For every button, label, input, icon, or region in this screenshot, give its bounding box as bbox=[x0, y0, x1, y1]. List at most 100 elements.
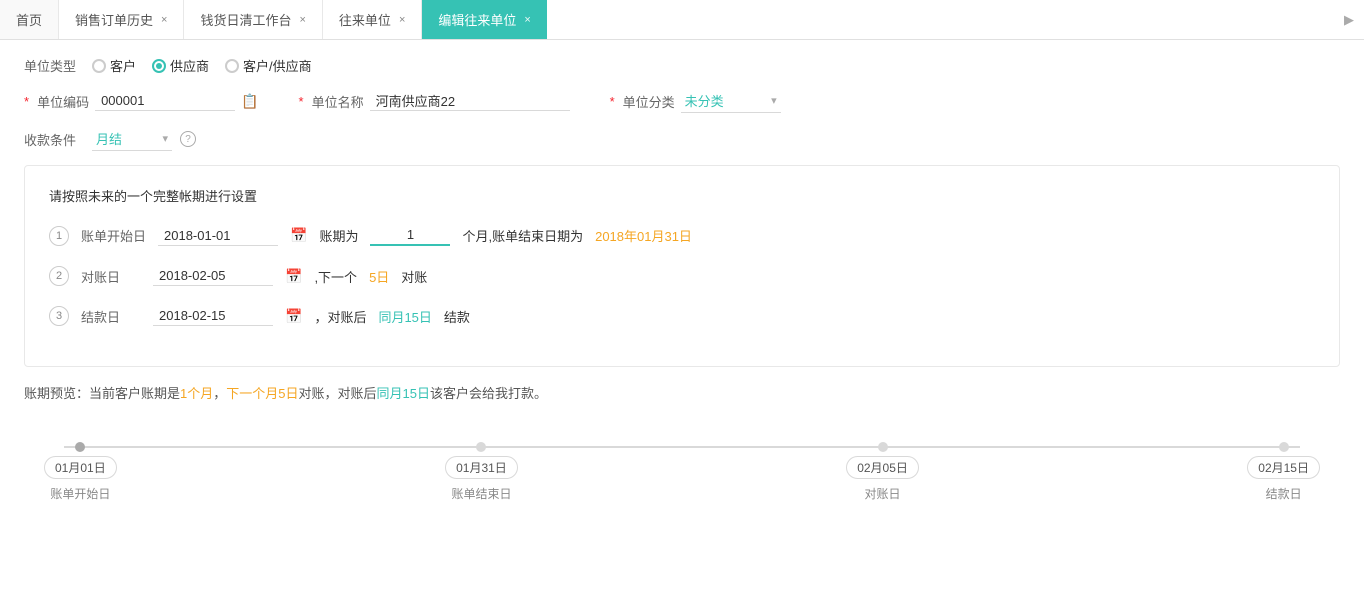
radio-supplier-circle bbox=[152, 59, 166, 73]
tab-sales-history-close[interactable]: × bbox=[161, 14, 167, 26]
unit-name-label: 单位名称 bbox=[312, 92, 364, 111]
radio-customer-supplier-circle bbox=[225, 59, 239, 73]
step-1-date-input[interactable] bbox=[158, 226, 278, 246]
unit-code-star: * bbox=[24, 94, 29, 109]
period-input[interactable] bbox=[370, 225, 450, 246]
preview-text: 账期预览：当前客户账期是1个月，下一个月5日对账，对账后同月15日该客户会给我打… bbox=[24, 383, 1340, 402]
timeline-node-1: 01月01日 账单开始日 bbox=[44, 426, 117, 502]
unit-code-label: 单位编码 bbox=[37, 92, 89, 111]
timeline-label-2: 账单结束日 bbox=[451, 485, 511, 502]
radio-supplier-dot bbox=[156, 63, 162, 69]
radio-supplier[interactable]: 供应商 bbox=[152, 56, 209, 75]
timeline-node-2: 01月31日 账单结束日 bbox=[445, 426, 518, 502]
payment-condition-dropdown[interactable]: 月结 ▾ bbox=[92, 127, 172, 151]
step-3-num: 3 bbox=[49, 306, 69, 326]
step-3-suffix-pre: ，对账后 bbox=[314, 307, 366, 326]
preview-prefix: 账期预览：当前客户账期是 bbox=[24, 386, 180, 401]
step-2-suffix-date: 5日 bbox=[369, 267, 389, 286]
unit-category-value: 未分类 bbox=[685, 91, 767, 110]
payment-condition-value: 月结 bbox=[96, 129, 158, 148]
unit-name-star: * bbox=[299, 94, 304, 109]
tab-partner-close[interactable]: × bbox=[399, 14, 405, 26]
unit-code-group: * 单位编码 📋 bbox=[24, 91, 259, 111]
tab-expand-button[interactable]: ▶ bbox=[1334, 0, 1364, 39]
tab-edit-partner-label: 编辑往来单位 bbox=[438, 10, 516, 29]
payment-condition-row: 收款条件 月结 ▾ ? bbox=[24, 127, 1340, 151]
step-1-period-end: 2018年01月31日 bbox=[595, 226, 692, 245]
timeline-badge-3: 02月05日 bbox=[846, 456, 919, 479]
payment-condition-label: 收款条件 bbox=[24, 130, 76, 149]
tab-partner[interactable]: 往来单位 × bbox=[323, 0, 422, 39]
timeline-label-3: 对账日 bbox=[865, 485, 901, 502]
step-2-suffix-pre: ,下一个 bbox=[314, 267, 357, 286]
step-2-label: 对账日 bbox=[81, 267, 141, 286]
step-1-num: 1 bbox=[49, 226, 69, 246]
unit-category-star: * bbox=[610, 94, 615, 109]
step-3-suffix-date: 同月15日 bbox=[378, 307, 431, 326]
radio-customer-label: 客户 bbox=[110, 56, 136, 75]
step-1-label: 账单开始日 bbox=[81, 226, 146, 245]
preview-part1: 1个月 bbox=[180, 386, 213, 401]
timeline-dot-1 bbox=[75, 442, 85, 452]
preview-part3: 同月15日 bbox=[377, 386, 430, 401]
timeline-badge-2: 01月31日 bbox=[445, 456, 518, 479]
tab-edit-partner-close[interactable]: × bbox=[524, 14, 530, 26]
step-2-calendar-icon[interactable]: 📅 bbox=[285, 268, 302, 285]
step-3-row: 3 结款日 📅 ，对账后 同月15日 结款 bbox=[49, 306, 1315, 326]
timeline-label-1: 账单开始日 bbox=[50, 485, 110, 502]
unit-type-radio-group: 客户 供应商 客户/供应商 bbox=[92, 56, 312, 75]
main-content: 单位类型 客户 供应商 客户/供应商 * 单位编码 📋 bbox=[0, 40, 1364, 608]
tab-cash-clearance[interactable]: 钱货日清工作台 × bbox=[184, 0, 322, 39]
step-1-row: 1 账单开始日 📅 账期为 个月,账单结束日期为 2018年01月31日 bbox=[49, 225, 1315, 246]
radio-customer[interactable]: 客户 bbox=[92, 56, 136, 75]
unit-code-input[interactable] bbox=[95, 91, 235, 111]
radio-customer-circle bbox=[92, 59, 106, 73]
unit-category-label: 单位分类 bbox=[623, 92, 675, 111]
step-1-calendar-icon[interactable]: 📅 bbox=[290, 227, 307, 244]
timeline-label-4: 结款日 bbox=[1266, 485, 1302, 502]
timeline-dot-2 bbox=[476, 442, 486, 452]
section-title: 请按照未来的一个完整帐期进行设置 bbox=[49, 186, 1315, 205]
settings-section: 请按照未来的一个完整帐期进行设置 1 账单开始日 📅 账期为 个月,账单结束日期… bbox=[24, 165, 1340, 367]
unit-category-dropdown[interactable]: 未分类 ▾ bbox=[681, 89, 781, 113]
radio-customer-supplier[interactable]: 客户/供应商 bbox=[225, 56, 312, 75]
preview-part2: 下一个月5日 bbox=[226, 386, 298, 401]
tab-home[interactable]: 首页 bbox=[0, 0, 59, 39]
step-1-period-label: 账期为 bbox=[319, 226, 358, 245]
unit-name-input[interactable] bbox=[370, 91, 570, 111]
tab-home-label: 首页 bbox=[16, 10, 42, 29]
tab-bar: 首页 销售订单历史 × 钱货日清工作台 × 往来单位 × 编辑往来单位 × ▶ bbox=[0, 0, 1364, 40]
step-3-date-input[interactable] bbox=[153, 306, 273, 326]
unit-category-group: * 单位分类 未分类 ▾ bbox=[610, 89, 781, 113]
step-3-suffix-post: 结款 bbox=[444, 307, 470, 326]
preview-mid1: ， bbox=[213, 386, 226, 401]
timeline-node-3: 02月05日 对账日 bbox=[846, 426, 919, 502]
tab-sales-history-label: 销售订单历史 bbox=[75, 10, 153, 29]
unit-name-group: * 单位名称 bbox=[299, 91, 570, 111]
timeline-dot-3 bbox=[878, 442, 888, 452]
unit-category-arrow: ▾ bbox=[771, 94, 777, 107]
timeline-node-4: 02月15日 结款日 bbox=[1247, 426, 1320, 502]
timeline-container: 01月01日 账单开始日 01月31日 账单结束日 02月05日 对账日 02月… bbox=[24, 426, 1340, 502]
step-1-period-unit: 个月,账单结束日期为 bbox=[462, 226, 583, 245]
tab-edit-partner[interactable]: 编辑往来单位 × bbox=[422, 0, 546, 39]
timeline-dot-4 bbox=[1279, 442, 1289, 452]
tab-cash-clearance-close[interactable]: × bbox=[299, 14, 305, 26]
payment-condition-arrow: ▾ bbox=[162, 132, 168, 145]
help-icon[interactable]: ? bbox=[180, 131, 196, 147]
step-2-suffix-post: 对账 bbox=[401, 267, 427, 286]
unit-type-row: 单位类型 客户 供应商 客户/供应商 bbox=[24, 56, 1340, 75]
preview-mid2: 对账，对账后 bbox=[299, 386, 377, 401]
tab-sales-history[interactable]: 销售订单历史 × bbox=[59, 0, 184, 39]
timeline-badge-4: 02月15日 bbox=[1247, 456, 1320, 479]
timeline-badge-1: 01月01日 bbox=[44, 456, 117, 479]
tab-cash-clearance-label: 钱货日清工作台 bbox=[200, 10, 291, 29]
step-2-date-input[interactable] bbox=[153, 266, 273, 286]
step-3-label: 结款日 bbox=[81, 307, 141, 326]
step-3-calendar-icon[interactable]: 📅 bbox=[285, 308, 302, 325]
unit-info-row: * 单位编码 📋 * 单位名称 * 单位分类 未分类 ▾ bbox=[24, 89, 1340, 113]
unit-code-icon[interactable]: 📋 bbox=[241, 93, 258, 110]
step-2-num: 2 bbox=[49, 266, 69, 286]
tab-partner-label: 往来单位 bbox=[339, 10, 391, 29]
preview-suffix: 该客户会给我打款。 bbox=[430, 386, 547, 401]
